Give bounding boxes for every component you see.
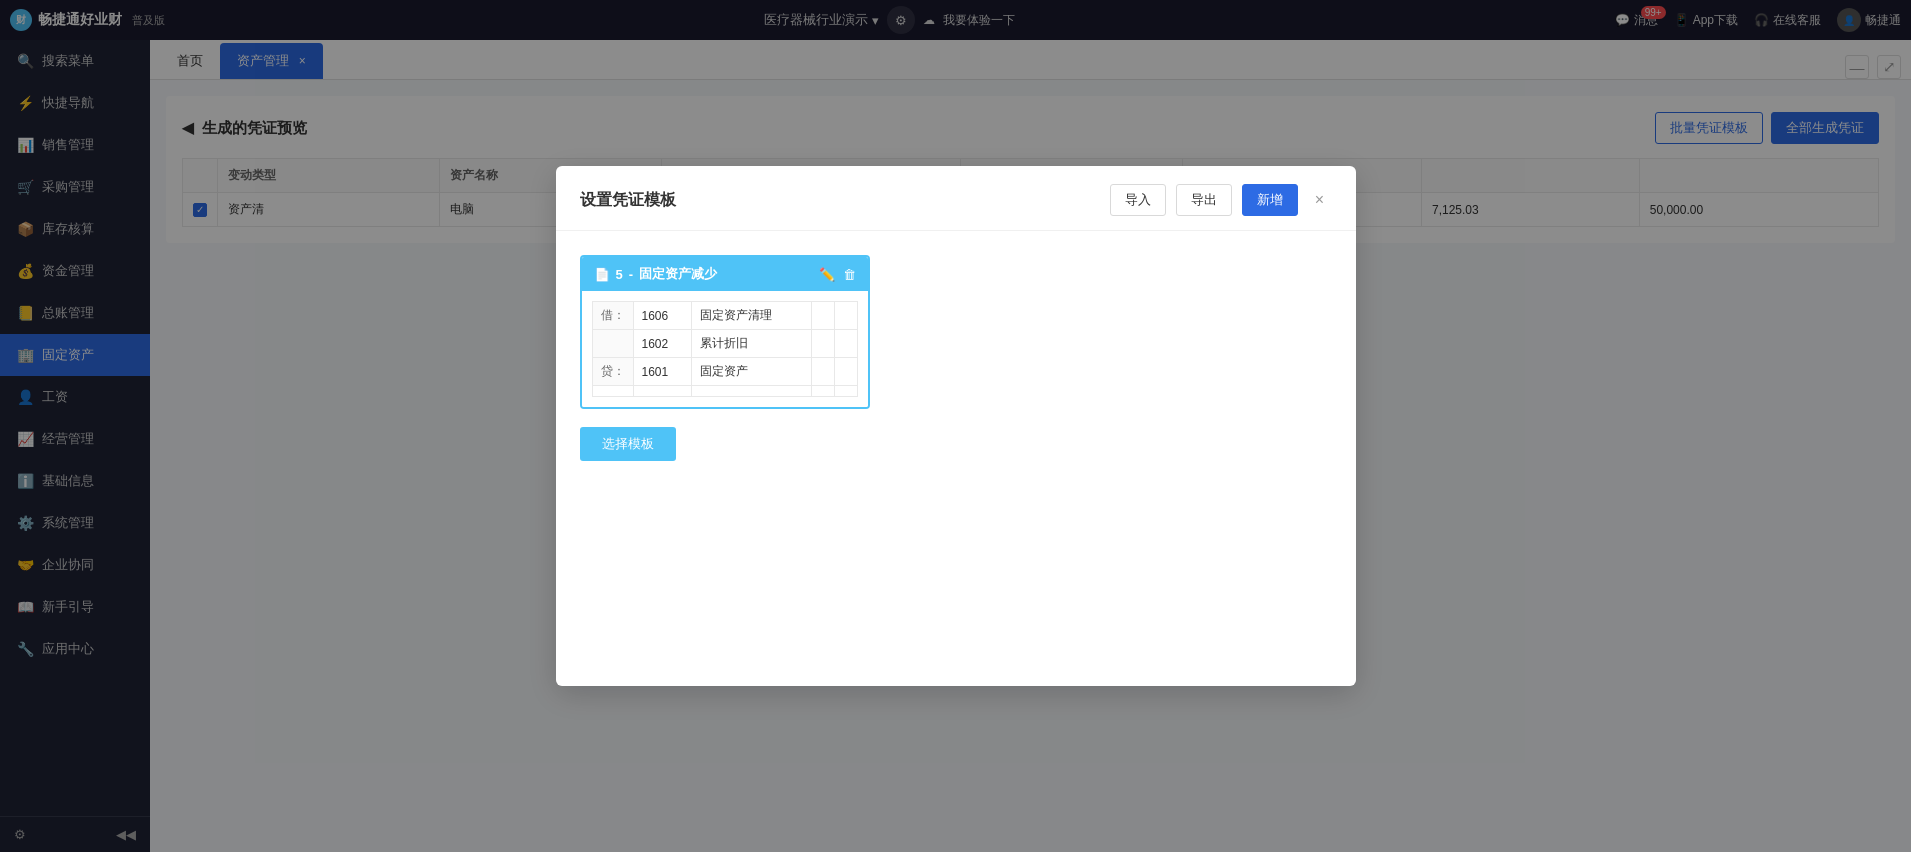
entry-code-2: 1601 [633,358,692,386]
entry-name-2: 固定资产 [692,358,812,386]
template-entry-empty [592,386,857,397]
export-button[interactable]: 导出 [1176,184,1232,216]
entry-debit-1 [811,330,834,358]
choose-template-button[interactable]: 选择模板 [580,427,676,461]
template-entry-1: 1602 累计折旧 [592,330,857,358]
template-entries-table: 借： 1606 固定资产清理 [592,301,858,397]
entry-side-0: 借： [592,302,633,330]
entry-name-0: 固定资产清理 [692,302,812,330]
template-entry-2: 贷： 1601 固定资产 [592,358,857,386]
entry-side-1 [592,330,633,358]
modal-close-button[interactable]: × [1308,188,1332,212]
entry-debit-2 [811,358,834,386]
delete-template-icon[interactable]: 🗑 [843,267,856,282]
template-entry-0: 借： 1606 固定资产清理 [592,302,857,330]
voucher-template-modal: 设置凭证模板 导入 导出 新增 × [556,166,1356,686]
entry-credit-0 [834,302,857,330]
entry-credit-2 [834,358,857,386]
template-card: 📄 5 - 固定资产减少 ✏️ 🗑 [580,255,870,409]
template-body: 借： 1606 固定资产清理 [582,291,868,407]
entry-side-2: 贷： [592,358,633,386]
entry-credit-1 [834,330,857,358]
template-card-header: 📄 5 - 固定资产减少 ✏️ 🗑 [582,257,868,291]
import-button[interactable]: 导入 [1110,184,1166,216]
new-template-button[interactable]: 新增 [1242,184,1298,216]
template-actions: ✏️ 🗑 [819,267,856,282]
entry-debit-0 [811,302,834,330]
entry-code-1: 1602 [633,330,692,358]
edit-template-icon[interactable]: ✏️ [819,267,835,282]
entry-code-0: 1606 [633,302,692,330]
entry-name-1: 累计折旧 [692,330,812,358]
template-doc-icon: 📄 [594,267,610,282]
modal-title: 设置凭证模板 [580,190,676,211]
template-title: 📄 5 - 固定资产减少 [594,265,718,283]
modal-overlay: 设置凭证模板 导入 导出 新增 × [150,80,1911,852]
